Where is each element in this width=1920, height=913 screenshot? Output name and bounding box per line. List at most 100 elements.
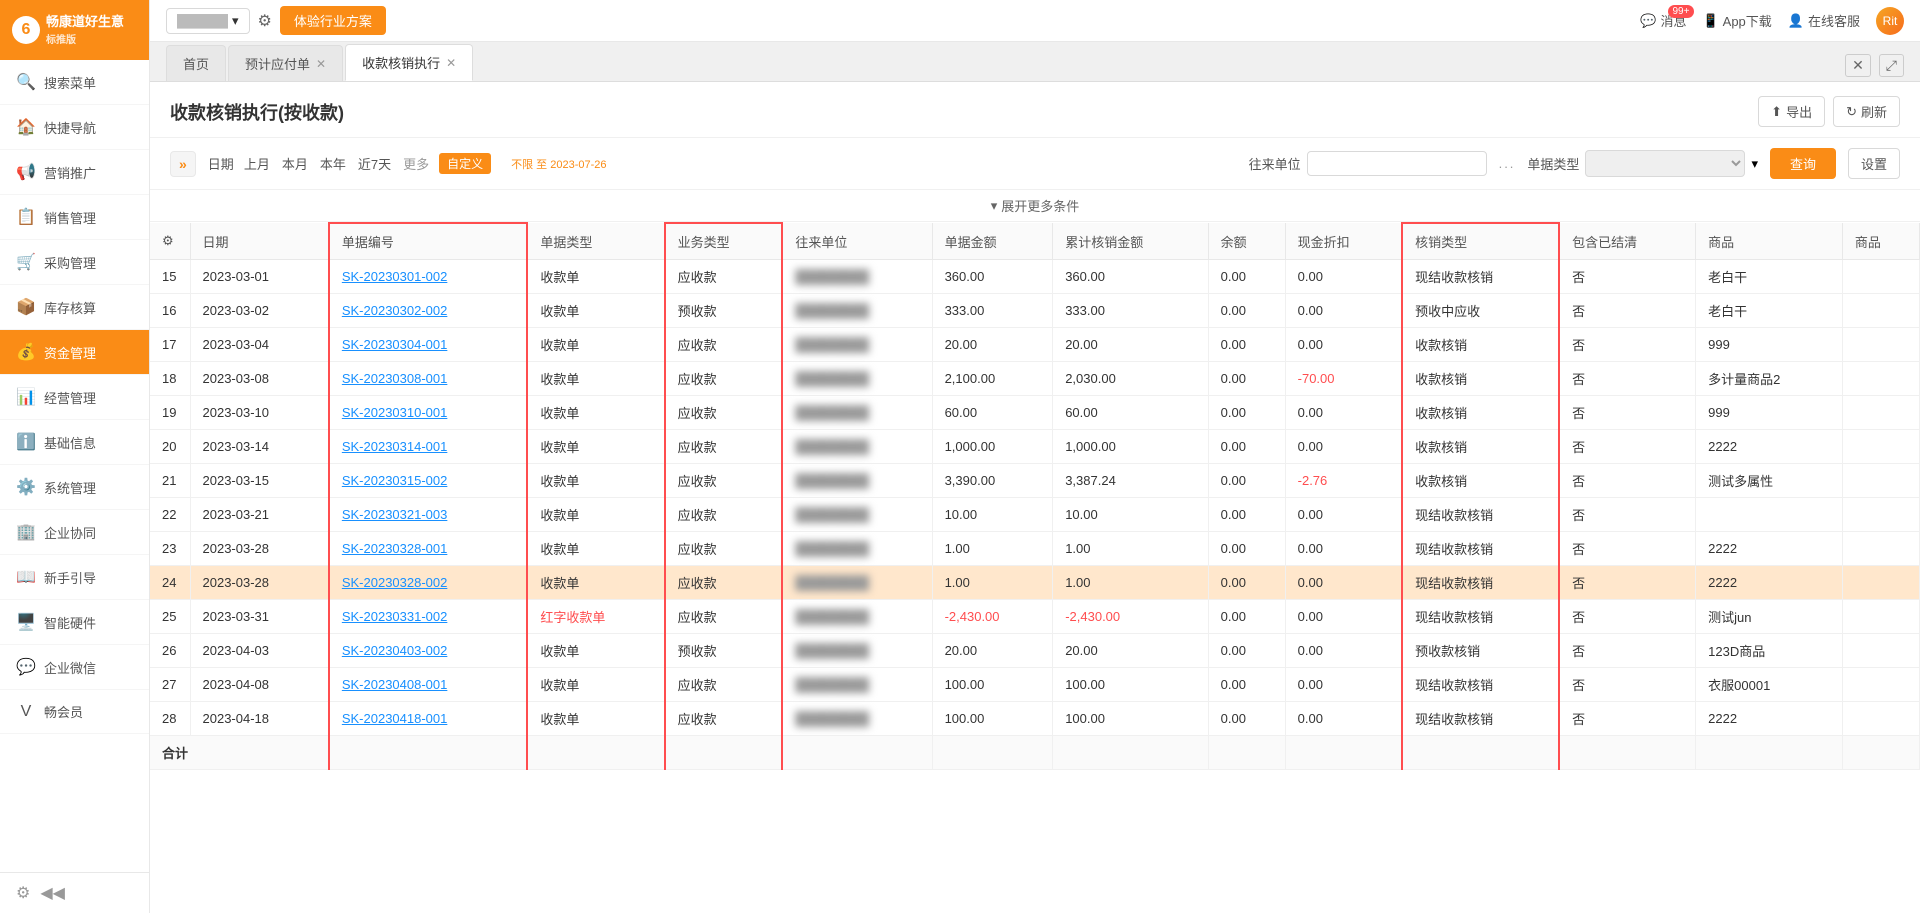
cell-bill-type: 收款单 [527, 294, 664, 328]
cell-biz-type: 应收款 [665, 668, 783, 702]
cell-goods: 2222 [1696, 702, 1843, 736]
data-table: ⚙ 日期 单据编号 单据类型 业务类型 往来单位 单据金额 累计核销金额 余额 … [150, 222, 1920, 770]
sidebar-item-purchase[interactable]: 🛒 采购管理 [0, 240, 149, 285]
sn-link[interactable]: SK-20230310-001 [342, 405, 448, 420]
cell-num: 20 [150, 430, 190, 464]
sidebar-item-guide[interactable]: 📖 新手引导 [0, 555, 149, 600]
table-row: 28 2023-04-18 SK-20230418-001 收款单 应收款 ██… [150, 702, 1920, 736]
tab-receivable-exec-close[interactable]: ✕ [446, 56, 456, 70]
date-this-year[interactable]: 本年 [316, 152, 350, 175]
sidebar-item-quick-nav[interactable]: 🏠 快捷导航 [0, 105, 149, 150]
sidebar-item-member[interactable]: V 畅会员 [0, 690, 149, 734]
sidebar-label-purchase: 采购管理 [44, 253, 96, 272]
sidebar-item-sales[interactable]: 📋 销售管理 [0, 195, 149, 240]
cell-biz-type: 预收款 [665, 634, 783, 668]
tab-expand-button[interactable]: ⤢ [1879, 54, 1904, 77]
cell-goods2 [1842, 464, 1919, 498]
cell-discount: 0.00 [1285, 532, 1402, 566]
sn-link[interactable]: SK-20230403-002 [342, 643, 448, 658]
sidebar-item-finance[interactable]: 💰 资金管理 [0, 330, 149, 375]
topbar-select[interactable]: ██████ ▾ [166, 8, 250, 34]
refresh-button[interactable]: ↻ 刷新 [1833, 96, 1900, 127]
tab-home[interactable]: 首页 [166, 45, 226, 81]
unit-input[interactable] [1307, 151, 1487, 176]
date-options: 上月 本月 本年 近7天 更多 [240, 152, 433, 175]
user-avatar[interactable]: Rit [1876, 7, 1904, 35]
sidebar-label-basic: 基础信息 [44, 433, 96, 452]
sn-link[interactable]: SK-20230328-002 [342, 575, 448, 590]
sidebar-label-hardware: 智能硬件 [44, 613, 96, 632]
tab-close-button[interactable]: ✕ [1845, 54, 1871, 77]
table-row: 18 2023-03-08 SK-20230308-001 收款单 应收款 ██… [150, 362, 1920, 396]
sn-link[interactable]: SK-20230321-003 [342, 507, 448, 522]
cell-cancel-type: 收款核销 [1402, 430, 1559, 464]
sidebar-label-operation: 经营管理 [44, 388, 96, 407]
expand-button[interactable]: ▾ 展开更多条件 [991, 196, 1080, 215]
cell-cancel-type: 现结收款核销 [1402, 702, 1559, 736]
tab-receivable-exec[interactable]: 收款核销执行 ✕ [345, 44, 473, 81]
sn-link[interactable]: SK-20230418-001 [342, 711, 448, 726]
sidebar-item-search[interactable]: 🔍 搜索菜单 [0, 60, 149, 105]
sn-link[interactable]: SK-20230331-002 [342, 609, 448, 624]
sidebar-footer: ⚙ ◀◀ [0, 872, 149, 913]
message-icon: 💬 [1640, 13, 1656, 29]
cell-biz-type: 应收款 [665, 702, 783, 736]
cell-balance: 0.00 [1208, 328, 1285, 362]
tab-pre-receivable[interactable]: 预计应付单 ✕ [228, 45, 343, 81]
query-button[interactable]: 查询 [1770, 148, 1836, 179]
online-service-button[interactable]: 👤 在线客服 [1788, 11, 1860, 30]
date-this-month[interactable]: 本月 [278, 152, 312, 175]
sn-link[interactable]: SK-20230315-002 [342, 473, 448, 488]
custom-date-button[interactable]: 自定义 [439, 153, 491, 174]
topbar-gear-icon[interactable]: ⚙ [258, 11, 272, 31]
table-container: ⚙ 日期 单据编号 单据类型 业务类型 往来单位 单据金额 累计核销金额 余额 … [150, 222, 1920, 913]
sidebar-item-inventory[interactable]: 📦 库存核算 [0, 285, 149, 330]
sn-link[interactable]: SK-20230308-001 [342, 371, 448, 386]
settings-icon[interactable]: ⚙ [16, 883, 30, 903]
message-badge: 99+ [1668, 5, 1695, 18]
message-button[interactable]: 💬 消息 99+ [1640, 11, 1686, 30]
th-config[interactable]: ⚙ [150, 223, 190, 260]
th-cancel-type: 核销类型 [1402, 223, 1559, 260]
sidebar-item-hardware[interactable]: 🖥️ 智能硬件 [0, 600, 149, 645]
filter-toggle-button[interactable]: » [170, 151, 196, 177]
tab-pre-receivable-close[interactable]: ✕ [316, 57, 326, 71]
sidebar-item-system[interactable]: ⚙️ 系统管理 [0, 465, 149, 510]
sn-link[interactable]: SK-20230408-001 [342, 677, 448, 692]
date-last-7-days[interactable]: 近7天 [354, 152, 395, 175]
sidebar-item-wechat[interactable]: 💬 企业微信 [0, 645, 149, 690]
sidebar-item-operation[interactable]: 📊 经营管理 [0, 375, 149, 420]
table-row: 23 2023-03-28 SK-20230328-001 收款单 应收款 ██… [150, 532, 1920, 566]
cell-goods: 衣服00001 [1696, 668, 1843, 702]
logo-icon: 6 [12, 16, 40, 44]
sn-link[interactable]: SK-20230304-001 [342, 337, 448, 352]
sn-link[interactable]: SK-20230302-002 [342, 303, 448, 318]
cell-settled: 否 [1559, 600, 1696, 634]
cell-num: 19 [150, 396, 190, 430]
logo-text: 畅康道好生意 [46, 14, 124, 31]
sn-link[interactable]: SK-20230301-002 [342, 269, 448, 284]
date-last-month[interactable]: 上月 [240, 152, 274, 175]
filter-date-group: 日期 上月 本月 本年 近7天 更多 自定义 [208, 152, 491, 175]
cell-goods2 [1842, 532, 1919, 566]
sidebar-item-enterprise[interactable]: 🏢 企业协同 [0, 510, 149, 555]
sn-link[interactable]: SK-20230314-001 [342, 439, 448, 454]
date-more[interactable]: 更多 [399, 152, 433, 175]
cell-cancel-type: 收款核销 [1402, 464, 1559, 498]
cell-discount: 0.00 [1285, 498, 1402, 532]
sidebar-item-marketing[interactable]: 📢 营销推广 [0, 150, 149, 195]
app-download-button[interactable]: 📱 App下载 [1702, 11, 1771, 30]
cell-biz-type: 应收款 [665, 362, 783, 396]
filter-setting-button[interactable]: 设置 [1848, 148, 1900, 179]
export-button[interactable]: ⬆ 导出 [1758, 96, 1825, 127]
enterprise-icon: 🏢 [16, 522, 36, 542]
inventory-icon: 📦 [16, 297, 36, 317]
type-select[interactable] [1585, 150, 1745, 177]
table-row: 20 2023-03-14 SK-20230314-001 收款单 应收款 ██… [150, 430, 1920, 464]
solution-button[interactable]: 体验行业方案 [280, 6, 386, 35]
sn-link[interactable]: SK-20230328-001 [342, 541, 448, 556]
cell-goods2 [1842, 498, 1919, 532]
sidebar-item-basic[interactable]: ℹ️ 基础信息 [0, 420, 149, 465]
collapse-icon[interactable]: ◀◀ [40, 883, 65, 903]
avatar-circle[interactable]: Rit [1876, 7, 1904, 35]
